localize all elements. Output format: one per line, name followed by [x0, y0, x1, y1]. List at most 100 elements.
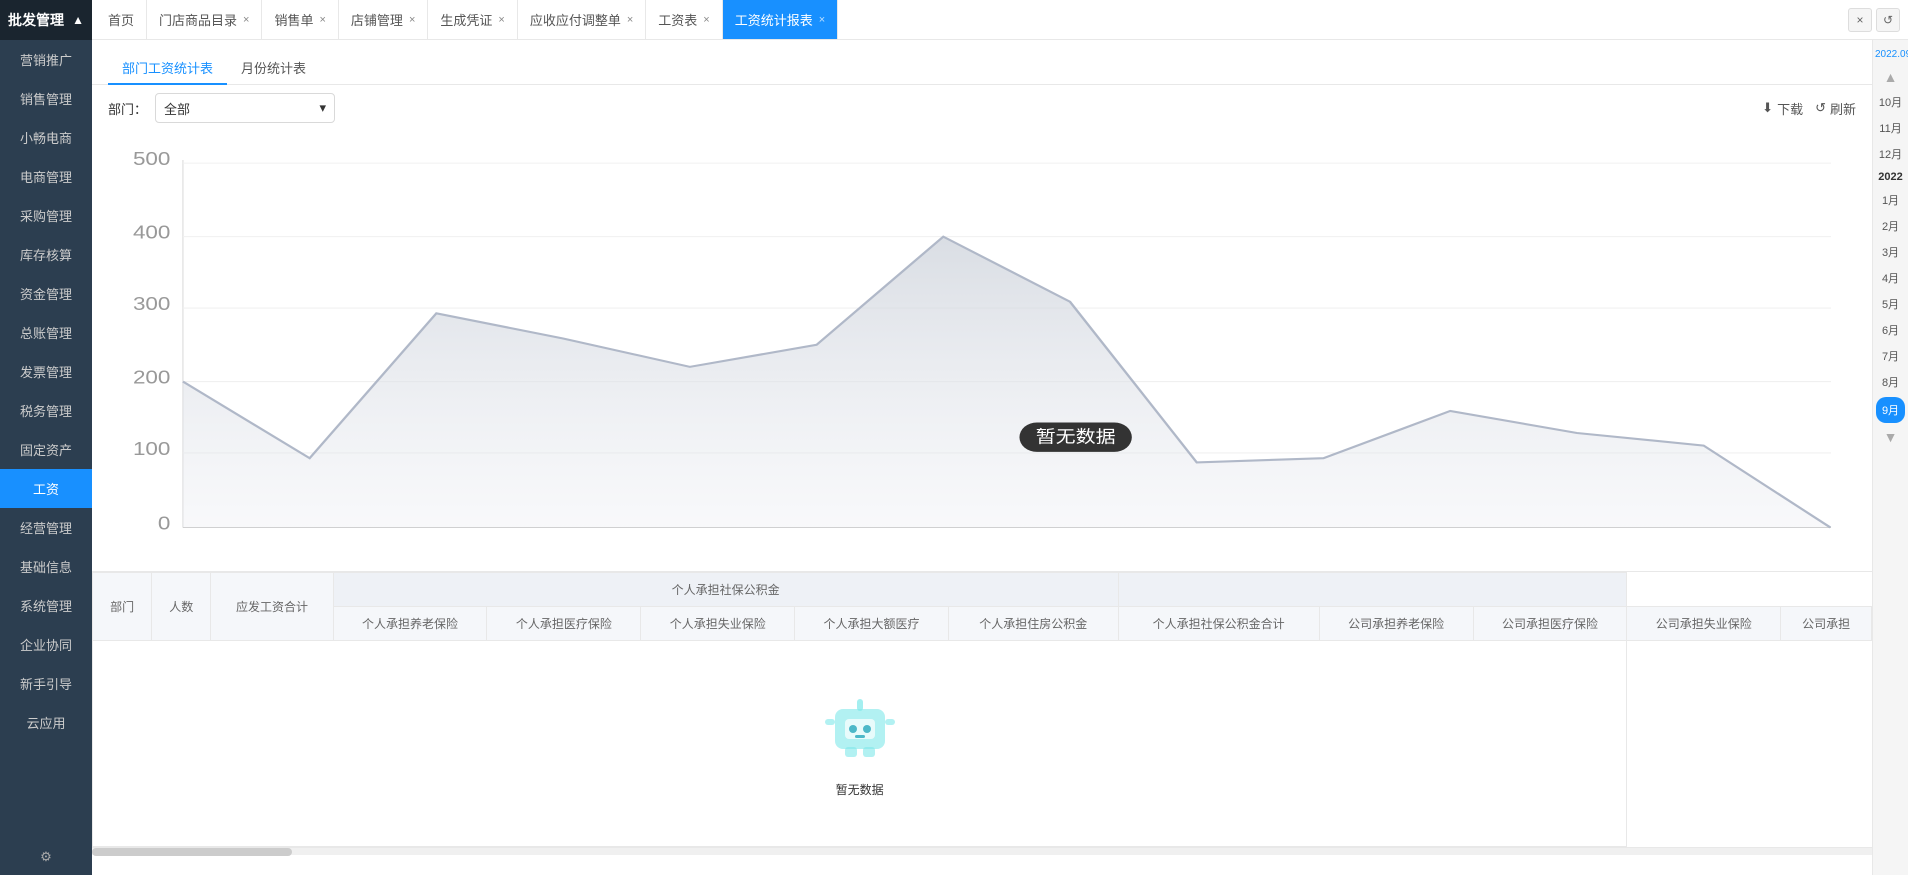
right-nav-item-9月[interactable]: 9月	[1876, 397, 1905, 423]
tab-label: 门店商品目录	[159, 10, 237, 29]
th-personal-insurance-group: 个人承担社保公积金	[333, 573, 1118, 607]
right-nav-item-3月[interactable]: 3月	[1873, 239, 1908, 265]
table-container[interactable]: 部门 人数 应发工资合计 个人承担社保公积金 个人承担养老保险个人承担医疗保险个…	[92, 571, 1872, 875]
sidebar-item-总账管理[interactable]: 总账管理	[0, 313, 92, 352]
sidebar-item-销售管理[interactable]: 销售管理	[0, 79, 92, 118]
th-col: 公司承担医疗保险	[1473, 607, 1627, 641]
svg-text:200: 200	[133, 367, 170, 388]
tab-label: 工资表	[658, 10, 697, 29]
content-area: 部门工资统计表月份统计表 部门： 全部 ▾ ⬇ 下载 ↺	[92, 40, 1908, 875]
sidebar-item-税务管理[interactable]: 税务管理	[0, 391, 92, 430]
right-nav-item-2月[interactable]: 2月	[1873, 213, 1908, 239]
tab-首页[interactable]: 首页	[96, 0, 147, 40]
tab-工资表[interactable]: 工资表 ×	[646, 0, 722, 40]
download-label: 下载	[1777, 99, 1803, 118]
tab-生成凭证[interactable]: 生成凭证×	[428, 0, 517, 40]
sidebar-item-基础信息[interactable]: 基础信息	[0, 547, 92, 586]
right-nav-year-label: 2022	[1876, 167, 1904, 187]
svg-text:100: 100	[133, 439, 170, 460]
tab-close-icon[interactable]: ×	[319, 14, 325, 26]
sidebar-item-企业协同[interactable]: 企业协同	[0, 625, 92, 664]
th-col: 个人承担大额医疗	[795, 607, 949, 641]
sidebar-item-库存核算[interactable]: 库存核算	[0, 235, 92, 274]
download-button[interactable]: ⬇ 下载	[1762, 99, 1803, 118]
svg-text:500: 500	[133, 149, 170, 170]
main-area: 首页门店商品目录×销售单×店铺管理×生成凭证×应收应付调整单×工资表×工资统计报…	[92, 0, 1908, 875]
svg-text:暂无数据: 暂无数据	[1036, 427, 1116, 446]
tab-销售单[interactable]: 销售单×	[262, 0, 338, 40]
tab-close-button[interactable]: ×	[1848, 8, 1872, 32]
right-nav-item-10月[interactable]: 10月	[1873, 89, 1908, 115]
th-col: 个人承担住房公积金	[948, 607, 1118, 641]
tab-close-icon[interactable]: ×	[498, 14, 504, 26]
right-nav-year-top: 2022.09	[1873, 44, 1908, 65]
th-col: 个人承担失业保险	[641, 607, 795, 641]
tab-close-icon[interactable]: ×	[627, 14, 633, 26]
sidebar-item-固定资产[interactable]: 固定资产	[0, 430, 92, 469]
refresh-icon: ↺	[1815, 100, 1826, 116]
right-nav-item-7月[interactable]: 7月	[1873, 343, 1908, 369]
toolbar-right: ⬇ 下载 ↺ 刷新	[1762, 99, 1856, 118]
th-dept: 部门	[93, 573, 152, 641]
svg-text:0: 0	[158, 513, 170, 534]
sidebar-item-系统管理[interactable]: 系统管理	[0, 586, 92, 625]
sidebar-item-云应用[interactable]: 云应用	[0, 703, 92, 742]
sidebar-title: 批发管理	[8, 10, 64, 30]
sub-tab-月份统计表[interactable]: 月份统计表	[227, 52, 320, 85]
toolbar: 部门： 全部 ▾ ⬇ 下载 ↺ 刷新	[92, 85, 1872, 131]
th-total-wage: 应发工资合计	[211, 573, 333, 641]
no-data-icon	[820, 689, 900, 769]
horizontal-scrollbar[interactable]	[92, 847, 1872, 855]
no-data-area: 暂无数据	[103, 649, 1616, 838]
sidebar-item-营销推广[interactable]: 营销推广	[0, 40, 92, 79]
svg-text:300: 300	[133, 294, 170, 315]
settings-icon: ⚙	[40, 849, 52, 864]
sidebar-item-小畅电商[interactable]: 小畅电商	[0, 118, 92, 157]
tab-close-icon[interactable]: ×	[819, 14, 825, 26]
sidebar-item-工资[interactable]: 工资	[0, 469, 92, 508]
dept-select[interactable]: 全部 ▾	[155, 93, 335, 123]
data-table: 部门 人数 应发工资合计 个人承担社保公积金 个人承担养老保险个人承担医疗保险个…	[92, 572, 1872, 847]
sub-tab-部门工资统计表[interactable]: 部门工资统计表	[108, 52, 227, 85]
sidebar-item-采购管理[interactable]: 采购管理	[0, 196, 92, 235]
chart-area: 500 400 300 200 100 0	[92, 131, 1872, 571]
th-col: 公司承担失业保险	[1627, 607, 1781, 641]
dept-select-value: 全部	[164, 99, 190, 118]
th-col: 个人承担养老保险	[333, 607, 487, 641]
sidebar-footer-settings[interactable]: ⚙	[0, 839, 92, 875]
sidebar-header[interactable]: 批发管理 ▲	[0, 0, 92, 40]
right-nav-item-1月[interactable]: 1月	[1873, 187, 1908, 213]
right-nav-down-arrow[interactable]: ▼	[1880, 425, 1902, 449]
sidebar-collapse-icon[interactable]: ▲	[72, 13, 84, 27]
right-nav-item-4月[interactable]: 4月	[1873, 265, 1908, 291]
no-data-text: 暂无数据	[836, 781, 884, 798]
th-company-insurance-group	[1118, 573, 1627, 607]
tab-close-icon[interactable]: ×	[243, 14, 249, 26]
sidebar-item-资金管理[interactable]: 资金管理	[0, 274, 92, 313]
tab-应收应付调整单[interactable]: 应收应付调整单×	[518, 0, 646, 40]
right-nav-item-12月[interactable]: 12月	[1873, 141, 1908, 167]
refresh-button[interactable]: ↺ 刷新	[1815, 99, 1856, 118]
right-nav-item-11月[interactable]: 11月	[1873, 115, 1908, 141]
scrollbar-thumb[interactable]	[92, 848, 292, 856]
tab-店铺管理[interactable]: 店铺管理×	[339, 0, 428, 40]
tab-门店商品目录[interactable]: 门店商品目录 ×	[147, 0, 262, 40]
right-nav-up-arrow[interactable]: ▲	[1880, 65, 1902, 89]
sidebar-item-发票管理[interactable]: 发票管理	[0, 352, 92, 391]
tab-工资统计报表[interactable]: 工资统计报表 ×	[723, 0, 838, 40]
chevron-down-icon: ▾	[319, 100, 326, 116]
th-col: 个人承担医疗保险	[487, 607, 641, 641]
sidebar-item-电商管理[interactable]: 电商管理	[0, 157, 92, 196]
tab-close-icon[interactable]: ×	[703, 14, 709, 26]
right-nav-item-8月[interactable]: 8月	[1873, 369, 1908, 395]
tab-refresh-button[interactable]: ↺	[1876, 8, 1900, 32]
sidebar-item-经营管理[interactable]: 经营管理	[0, 508, 92, 547]
tab-label: 工资统计报表	[735, 10, 813, 29]
th-count: 人数	[152, 573, 211, 641]
tab-close-icon[interactable]: ×	[409, 14, 415, 26]
svg-text:400: 400	[133, 222, 170, 243]
no-data-cell: 暂无数据	[93, 641, 1627, 847]
right-nav-item-5月[interactable]: 5月	[1873, 291, 1908, 317]
right-nav-item-6月[interactable]: 6月	[1873, 317, 1908, 343]
sidebar-item-新手引导[interactable]: 新手引导	[0, 664, 92, 703]
